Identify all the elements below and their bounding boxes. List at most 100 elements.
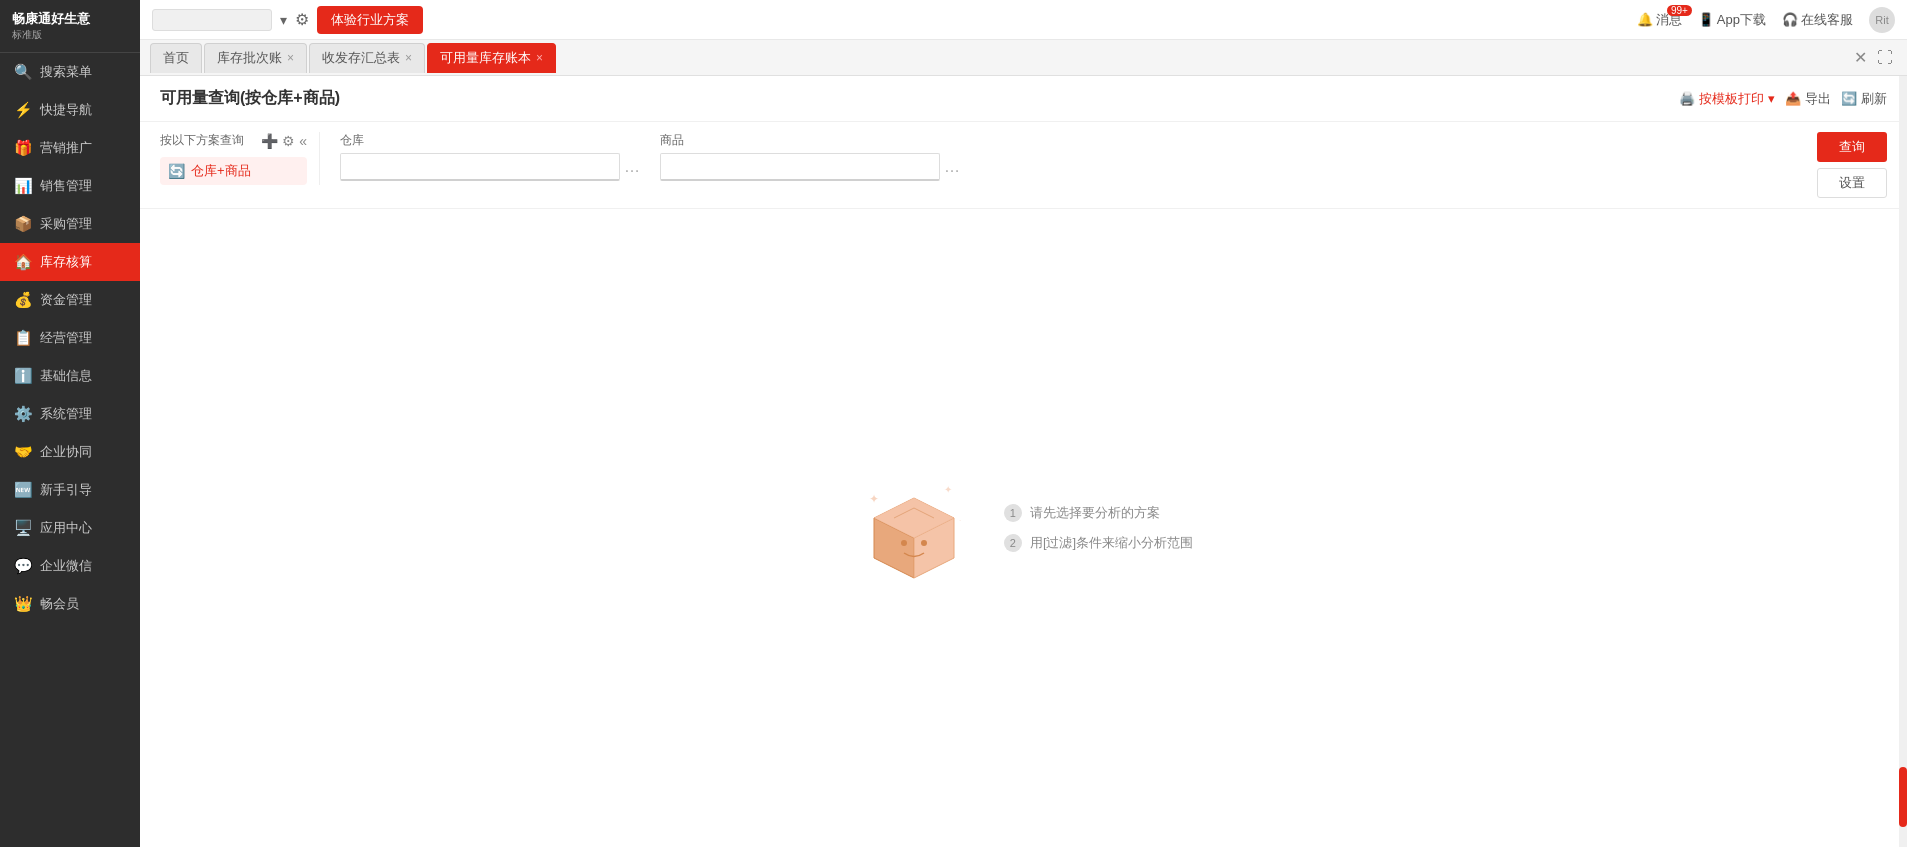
search-input[interactable] (152, 9, 272, 31)
main-area: ▾ ⚙ 体验行业方案 🔔 消息 99+ 📱 App下载 🎧 在线客服 Rit (140, 0, 1907, 847)
sidebar-item-label: 系统管理 (40, 405, 92, 423)
refresh-label: 刷新 (1861, 90, 1887, 108)
filter-scheme-header: 按以下方案查询 ➕ ⚙ « (160, 132, 307, 149)
sidebar-item-label: 快捷导航 (40, 101, 92, 119)
tab-home-label: 首页 (163, 49, 189, 67)
svg-point-5 (921, 540, 927, 546)
sidebar-item-label: 经营管理 (40, 329, 92, 347)
sidebar-item-label: 营销推广 (40, 139, 92, 157)
topbar: ▾ ⚙ 体验行业方案 🔔 消息 99+ 📱 App下载 🎧 在线客服 Rit (140, 0, 1907, 40)
sidebar-item-basic[interactable]: ℹ️ 基础信息 (0, 357, 140, 395)
sidebar-item-system[interactable]: ⚙️ 系统管理 (0, 395, 140, 433)
info-icon: ℹ️ (14, 367, 32, 385)
tab-close-icon[interactable]: × (287, 52, 294, 64)
message-badge: 99+ (1667, 5, 1692, 16)
sidebar-item-guide[interactable]: 🆕 新手引导 (0, 471, 140, 509)
settings-icon[interactable]: ⚙ (295, 10, 309, 29)
lightning-icon: ⚡ (14, 101, 32, 119)
sidebar-logo: 畅康通好生意 标准版 (0, 0, 140, 53)
query-button[interactable]: 查询 (1817, 132, 1887, 162)
product-input[interactable] (660, 153, 940, 181)
sidebar-item-label: 企业协同 (40, 443, 92, 461)
filter-scheme-panel: 按以下方案查询 ➕ ⚙ « 🔄 仓库+商品 (160, 132, 320, 185)
tab-available-ledger-label: 可用量库存账本 (440, 49, 531, 67)
chart-icon: 📊 (14, 177, 32, 195)
handshake-icon: 🤝 (14, 443, 32, 461)
export-button[interactable]: 📤 导出 (1785, 90, 1831, 108)
warehouse-label: 仓库 (340, 132, 640, 149)
svg-text:·: · (959, 516, 961, 525)
sidebar-item-sales[interactable]: 📊 销售管理 (0, 167, 140, 205)
refresh-icon: 🔄 (1841, 91, 1857, 106)
sidebar-item-wxwork[interactable]: 💬 企业微信 (0, 547, 140, 585)
print-button[interactable]: 🖨️ 按模板打印 ▾ (1679, 90, 1775, 108)
warehouse-input[interactable] (340, 153, 620, 181)
service-button[interactable]: 🎧 在线客服 (1782, 11, 1853, 29)
product-input-row: … (660, 153, 960, 181)
tab-close-active-icon[interactable]: × (536, 52, 543, 64)
sidebar-item-appstore[interactable]: 🖥️ 应用中心 (0, 509, 140, 547)
app-download-button[interactable]: 📱 App下载 (1698, 11, 1766, 29)
tip-text-1: 请先选择要分析的方案 (1030, 504, 1160, 522)
sidebar-item-member[interactable]: 👑 畅会员 (0, 585, 140, 623)
tabbar: 首页 库存批次账 × 收发存汇总表 × 可用量库存账本 × ✕ ⛶ (140, 40, 1907, 76)
sidebar-item-finance[interactable]: 💰 资金管理 (0, 281, 140, 319)
sidebar-item-search[interactable]: 🔍 搜索菜单 (0, 53, 140, 91)
message-button[interactable]: 🔔 消息 99+ (1637, 11, 1682, 29)
scheme-add-button[interactable]: ➕ (261, 133, 278, 149)
print-dropdown-icon[interactable]: ▾ (1768, 91, 1775, 106)
sidebar-item-label: 搜索菜单 (40, 63, 92, 81)
window-close-button[interactable]: ✕ (1850, 44, 1871, 71)
app-label: App下载 (1717, 11, 1766, 29)
new-icon: 🆕 (14, 481, 32, 499)
empty-tip-2: 2 用[过滤]条件来缩小分析范围 (1004, 534, 1193, 552)
product-more-button[interactable]: … (944, 158, 960, 176)
sidebar-item-inventory[interactable]: 🏠 库存核算 (0, 243, 140, 281)
tip-text-2: 用[过滤]条件来缩小分析范围 (1030, 534, 1193, 552)
empty-tips: 1 请先选择要分析的方案 2 用[过滤]条件来缩小分析范围 (1004, 504, 1193, 552)
tab-home[interactable]: 首页 (150, 43, 202, 73)
tab-close-icon[interactable]: × (405, 52, 412, 64)
user-avatar[interactable]: Rit (1869, 7, 1895, 33)
scheme-item-label: 仓库+商品 (191, 162, 251, 180)
phone-icon: 📱 (1698, 12, 1714, 27)
svg-text:✦: ✦ (944, 484, 952, 495)
export-label: 导出 (1805, 90, 1831, 108)
sidebar-item-label: 基础信息 (40, 367, 92, 385)
filter-field-warehouse: 仓库 … (340, 132, 640, 181)
window-maximize-button[interactable]: ⛶ (1873, 45, 1897, 71)
headset-icon: 🎧 (1782, 12, 1798, 27)
tab-batch-ledger[interactable]: 库存批次账 × (204, 43, 307, 73)
chat-icon: 💬 (14, 557, 32, 575)
gift-icon: 🎁 (14, 139, 32, 157)
tip-number-2: 2 (1004, 534, 1022, 552)
sidebar-item-label: 资金管理 (40, 291, 92, 309)
svg-text:✦: ✦ (869, 492, 879, 506)
tab-inventory-summary-label: 收发存汇总表 (322, 49, 400, 67)
sidebar-item-purchase[interactable]: 📦 采购管理 (0, 205, 140, 243)
scrollbar-thumb (1899, 767, 1907, 827)
refresh-button[interactable]: 🔄 刷新 (1841, 90, 1887, 108)
bell-icon: 🔔 (1637, 12, 1653, 27)
scheme-settings-button[interactable]: ⚙ (282, 133, 295, 149)
settings-button[interactable]: 设置 (1817, 168, 1887, 198)
tab-inventory-summary[interactable]: 收发存汇总表 × (309, 43, 425, 73)
home-icon: 🏠 (14, 253, 32, 271)
sidebar-item-quick-nav[interactable]: ⚡ 快捷导航 (0, 91, 140, 129)
dropdown-icon[interactable]: ▾ (280, 12, 287, 28)
sidebar-item-enterprise[interactable]: 🤝 企业协同 (0, 433, 140, 471)
scheme-item-warehouse-product[interactable]: 🔄 仓库+商品 (160, 157, 307, 185)
product-label: 商品 (660, 132, 960, 149)
filter-field-product: 商品 … (660, 132, 960, 181)
scheme-collapse-button[interactable]: « (299, 133, 307, 149)
trial-button[interactable]: 体验行业方案 (317, 6, 423, 34)
filter-fields: 仓库 … 商品 … (320, 132, 1797, 181)
warehouse-more-button[interactable]: … (624, 158, 640, 176)
right-scrollbar[interactable] (1899, 76, 1907, 847)
sidebar-item-marketing[interactable]: 🎁 营销推广 (0, 129, 140, 167)
tab-available-ledger[interactable]: 可用量库存账本 × (427, 43, 556, 73)
printer-icon: 🖨️ (1679, 91, 1695, 106)
sidebar-item-operation[interactable]: 📋 经营管理 (0, 319, 140, 357)
user-name: Rit (1875, 14, 1888, 26)
service-label: 在线客服 (1801, 11, 1853, 29)
